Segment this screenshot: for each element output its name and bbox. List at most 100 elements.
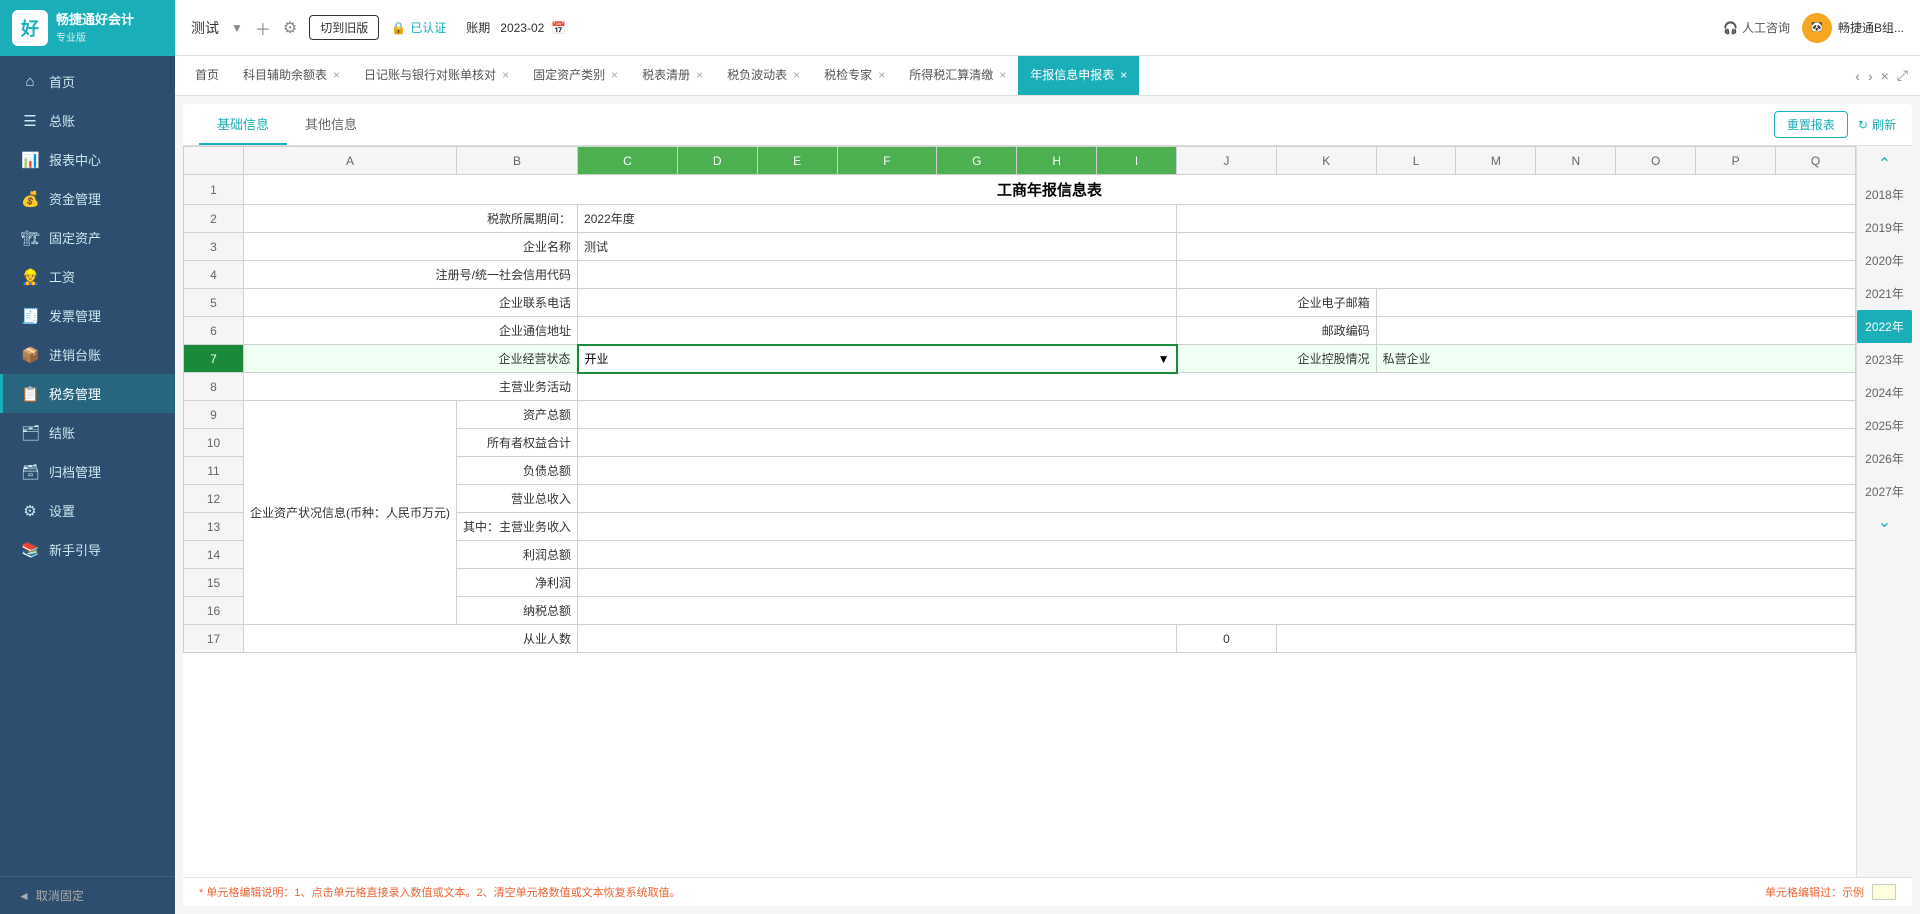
tab-fixed-assets-close[interactable]: × bbox=[611, 68, 618, 82]
tab-ledger-balance-close[interactable]: × bbox=[333, 68, 340, 82]
col-header-G[interactable]: G bbox=[937, 147, 1017, 175]
year-scroll-up-btn[interactable]: ⌃ bbox=[1857, 150, 1912, 178]
tab-bank-reconcile-close[interactable]: × bbox=[502, 68, 509, 82]
row15-value[interactable] bbox=[578, 569, 1856, 597]
col-header-O[interactable]: O bbox=[1616, 147, 1696, 175]
year-item-2027[interactable]: 2027年 bbox=[1857, 475, 1912, 508]
col-header-E[interactable]: E bbox=[757, 147, 837, 175]
year-item-2018[interactable]: 2018年 bbox=[1857, 178, 1912, 211]
col-header-F[interactable]: F bbox=[837, 147, 937, 175]
sidebar: 好 畅捷通好会计 专业版 ⌂ 首页 ☰ 总账 📊 报表中心 💰 资金管理 🏗 固… bbox=[0, 0, 175, 914]
topbar-dropdown-btn[interactable]: ▼ bbox=[231, 21, 243, 35]
year-item-2023[interactable]: 2023年 bbox=[1857, 343, 1912, 376]
row13-value[interactable] bbox=[578, 513, 1856, 541]
sidebar-collapse-btn[interactable]: ◄ 取消固定 bbox=[0, 876, 175, 914]
inner-tab-basic[interactable]: 基础信息 bbox=[199, 104, 287, 145]
year-item-2020[interactable]: 2020年 bbox=[1857, 244, 1912, 277]
sheet-container[interactable]: A B C D E F G H I J K L bbox=[183, 146, 1856, 877]
topbar-old-version-btn[interactable]: 切到旧版 bbox=[309, 15, 379, 40]
topbar-add-btn[interactable]: ＋ bbox=[255, 16, 271, 40]
tab-income-tax[interactable]: 所得税汇算清缴 × bbox=[897, 56, 1018, 96]
tab-income-tax-close[interactable]: × bbox=[999, 68, 1006, 82]
sidebar-item-archive[interactable]: 🗃 归档管理 bbox=[0, 452, 175, 491]
col-header-A[interactable]: A bbox=[244, 147, 457, 175]
sidebar-item-home[interactable]: ⌂ 首页 bbox=[0, 62, 175, 101]
sidebar-item-guide[interactable]: 📚 新手引导 bbox=[0, 530, 175, 569]
col-header-I[interactable]: I bbox=[1097, 147, 1177, 175]
topbar-user-btn[interactable]: 🐼 畅捷通B组... bbox=[1802, 13, 1904, 43]
row6-right-value[interactable] bbox=[1376, 317, 1855, 345]
col-header-K[interactable]: K bbox=[1276, 147, 1376, 175]
sidebar-item-ledger[interactable]: ☰ 总账 bbox=[0, 101, 175, 140]
sidebar-item-funds[interactable]: 💰 资金管理 bbox=[0, 179, 175, 218]
sidebar-item-tax[interactable]: 📋 税务管理 bbox=[0, 374, 175, 413]
tab-annual-report-close[interactable]: × bbox=[1120, 68, 1127, 82]
row2-value[interactable]: 2022年度 bbox=[578, 205, 1177, 233]
tab-tax-schedule-close[interactable]: × bbox=[696, 68, 703, 82]
sidebar-item-assets[interactable]: 🏗 固定资产 bbox=[0, 218, 175, 257]
row17-value[interactable] bbox=[578, 625, 1177, 653]
sidebar-item-invoice[interactable]: 🧾 发票管理 bbox=[0, 296, 175, 335]
year-item-2024[interactable]: 2024年 bbox=[1857, 376, 1912, 409]
row3-value[interactable]: 测试 bbox=[578, 233, 1177, 261]
tab-tax-expert[interactable]: 税检专家 × bbox=[812, 56, 897, 96]
year-item-2019[interactable]: 2019年 bbox=[1857, 211, 1912, 244]
year-item-2026[interactable]: 2026年 bbox=[1857, 442, 1912, 475]
reset-report-btn[interactable]: 重置报表 bbox=[1774, 111, 1848, 138]
col-header-B[interactable]: B bbox=[457, 147, 578, 175]
col-header-L[interactable]: L bbox=[1376, 147, 1456, 175]
year-item-2021[interactable]: 2021年 bbox=[1857, 277, 1912, 310]
tab-annual-report[interactable]: 年报信息申报表 × bbox=[1018, 56, 1139, 96]
row7-dropdown-value: 开业 bbox=[585, 350, 609, 367]
col-header-C[interactable]: C bbox=[578, 147, 678, 175]
tab-home[interactable]: 首页 bbox=[183, 56, 231, 96]
year-item-2022[interactable]: 2022年 bbox=[1857, 310, 1912, 343]
col-header-J[interactable]: J bbox=[1177, 147, 1277, 175]
topbar-service-btn[interactable]: 🎧 人工咨询 bbox=[1723, 19, 1790, 36]
sidebar-item-settings[interactable]: ⚙ 设置 bbox=[0, 491, 175, 530]
row4-value[interactable] bbox=[578, 261, 1177, 289]
year-item-2025[interactable]: 2025年 bbox=[1857, 409, 1912, 442]
col-header-M[interactable]: M bbox=[1456, 147, 1536, 175]
refresh-btn[interactable]: ↻ 刷新 bbox=[1858, 116, 1896, 133]
tab-tax-fluctuation[interactable]: 税负波动表 × bbox=[715, 56, 812, 96]
row17-num[interactable]: 0 bbox=[1177, 625, 1277, 653]
row12-value[interactable] bbox=[578, 485, 1856, 513]
inner-tab-other-label: 其他信息 bbox=[305, 117, 357, 132]
row5-right-value[interactable] bbox=[1376, 289, 1855, 317]
col-header-Q[interactable]: Q bbox=[1776, 147, 1856, 175]
inner-tab-other[interactable]: 其他信息 bbox=[287, 104, 375, 145]
tab-next-btn[interactable]: › bbox=[1864, 64, 1877, 88]
sidebar-item-reports[interactable]: 📊 报表中心 bbox=[0, 140, 175, 179]
col-header-N[interactable]: N bbox=[1536, 147, 1616, 175]
tab-ledger-balance[interactable]: 科目辅助余额表 × bbox=[231, 56, 352, 96]
tab-prev-btn[interactable]: ‹ bbox=[1851, 64, 1864, 88]
year-scroll-down-btn[interactable]: ⌄ bbox=[1857, 508, 1912, 536]
dropdown-arrow-icon[interactable]: ▼ bbox=[1158, 352, 1170, 366]
row8-value[interactable] bbox=[578, 373, 1856, 401]
tab-tax-fluctuation-close[interactable]: × bbox=[793, 68, 800, 82]
sidebar-item-inventory[interactable]: 📦 进销台账 bbox=[0, 335, 175, 374]
row11-value[interactable] bbox=[578, 457, 1856, 485]
tab-tax-expert-close[interactable]: × bbox=[878, 68, 885, 82]
row5-value[interactable] bbox=[578, 289, 1177, 317]
tab-tax-schedule[interactable]: 税表清册 × bbox=[630, 56, 715, 96]
row6-value[interactable] bbox=[578, 317, 1177, 345]
sidebar-item-salary[interactable]: 👷 工资 bbox=[0, 257, 175, 296]
tab-close-all-btn[interactable]: × bbox=[1877, 64, 1893, 88]
row16-value[interactable] bbox=[578, 597, 1856, 625]
row7-right-value[interactable]: 私营企业 bbox=[1376, 345, 1855, 373]
sheet-title[interactable]: 工商年报信息表 bbox=[244, 175, 1856, 205]
tab-expand-btn[interactable]: ⤢ bbox=[1893, 63, 1912, 88]
col-header-D[interactable]: D bbox=[677, 147, 757, 175]
row7-dropdown-cell[interactable]: 开业 ▼ bbox=[578, 345, 1177, 373]
col-header-P[interactable]: P bbox=[1696, 147, 1776, 175]
tab-bank-reconcile[interactable]: 日记账与银行对账单核对 × bbox=[352, 56, 521, 96]
topbar-settings-btn[interactable]: ⚙ bbox=[283, 18, 297, 38]
row9-value[interactable] bbox=[578, 401, 1856, 429]
row10-value[interactable] bbox=[578, 429, 1856, 457]
col-header-H[interactable]: H bbox=[1017, 147, 1097, 175]
sidebar-item-close[interactable]: 🗂 结账 bbox=[0, 413, 175, 452]
tab-fixed-assets[interactable]: 固定资产类别 × bbox=[521, 56, 630, 96]
row14-value[interactable] bbox=[578, 541, 1856, 569]
